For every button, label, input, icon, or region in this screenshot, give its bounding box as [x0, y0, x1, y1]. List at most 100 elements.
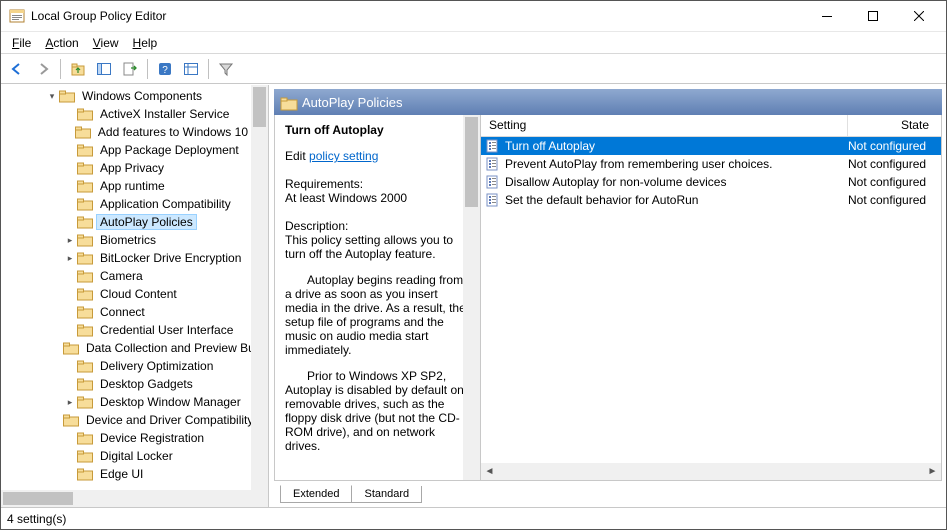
description-body-2: Autoplay begins reading from a drive as …	[285, 273, 470, 357]
menu-help[interactable]: Help	[126, 34, 165, 52]
menu-view[interactable]: View	[86, 34, 126, 52]
tree-item[interactable]: Add features to Windows 10	[1, 123, 251, 141]
setting-state: Not configured	[848, 193, 941, 207]
tree-item-label: Cloud Content	[97, 287, 180, 301]
list-row[interactable]: Turn off AutoplayNot configured	[481, 137, 941, 155]
tree-item[interactable]: Data Collection and Preview Builds	[1, 339, 251, 357]
tree-item[interactable]: ActiveX Installer Service	[1, 105, 251, 123]
setting-state: Not configured	[848, 175, 941, 189]
tree-item-label: ActiveX Installer Service	[97, 107, 232, 121]
tree-item[interactable]: Connect	[1, 303, 251, 321]
chevron-right-icon[interactable]: ▸	[63, 397, 77, 408]
help-button[interactable]: ?	[153, 57, 177, 81]
requirements-label: Requirements:	[285, 177, 470, 191]
edit-policy-link[interactable]: policy setting	[309, 149, 378, 163]
back-button[interactable]	[5, 57, 29, 81]
tree-item[interactable]: Digital Locker	[1, 447, 251, 465]
tree-item[interactable]: ▸Biometrics	[1, 231, 251, 249]
svg-text:?: ?	[162, 65, 168, 76]
folder-icon	[77, 269, 93, 283]
folder-icon	[77, 377, 93, 391]
edit-prefix: Edit	[285, 149, 306, 163]
up-level-button[interactable]	[66, 57, 90, 81]
tree-item-label: Desktop Gadgets	[97, 377, 196, 391]
tree-item[interactable]: App Privacy	[1, 159, 251, 177]
forward-button[interactable]	[31, 57, 55, 81]
tree-item[interactable]: App runtime	[1, 177, 251, 195]
folder-icon	[75, 125, 91, 139]
titlebar: Local Group Policy Editor	[1, 1, 946, 32]
setting-name: Set the default behavior for AutoRun	[505, 193, 848, 207]
chevron-down-icon[interactable]: ▾	[45, 91, 59, 102]
tree-root[interactable]: ▾Windows Components	[1, 87, 251, 105]
tree-item[interactable]: Credential User Interface	[1, 321, 251, 339]
folder-icon	[77, 233, 93, 247]
folder-icon	[280, 95, 296, 109]
tree-item-label: Digital Locker	[97, 449, 176, 463]
policy-setting-icon	[485, 174, 501, 190]
tree-item[interactable]: Desktop Gadgets	[1, 375, 251, 393]
description-scrollbar[interactable]	[463, 115, 480, 480]
scroll-right-icon[interactable]: ►	[924, 466, 941, 477]
tree-item-label: Edge UI	[97, 467, 146, 481]
folder-icon	[77, 161, 93, 175]
tree-vertical-scrollbar[interactable]	[251, 85, 268, 490]
tab-extended[interactable]: Extended	[280, 485, 352, 503]
tree-horizontal-scrollbar[interactable]	[1, 490, 251, 507]
folder-icon	[77, 287, 93, 301]
scroll-left-icon[interactable]: ◄	[481, 466, 498, 477]
folder-icon	[77, 179, 93, 193]
tree-item[interactable]: AutoPlay Policies	[1, 213, 251, 231]
breadcrumb-title: AutoPlay Policies	[302, 95, 402, 110]
minimize-button[interactable]	[804, 1, 850, 31]
tree-item[interactable]: ▸BitLocker Drive Encryption	[1, 249, 251, 267]
tree-item[interactable]: Camera	[1, 267, 251, 285]
maximize-button[interactable]	[850, 1, 896, 31]
setting-name: Prevent AutoPlay from remembering user c…	[505, 157, 848, 171]
list-row[interactable]: Disallow Autoplay for non-volume devices…	[481, 173, 941, 191]
setting-name: Turn off Autoplay	[505, 139, 848, 153]
menu-action[interactable]: Action	[38, 34, 85, 52]
tree-item[interactable]: Application Compatibility	[1, 195, 251, 213]
folder-icon	[77, 305, 93, 319]
tree-item[interactable]: App Package Deployment	[1, 141, 251, 159]
folder-icon	[77, 215, 93, 229]
settings-list: Setting State Turn off AutoplayNot confi…	[481, 115, 942, 481]
folder-icon	[77, 251, 93, 265]
tab-standard[interactable]: Standard	[351, 486, 422, 503]
tree-item[interactable]: Edge UI	[1, 465, 251, 483]
tree-item-label: Delivery Optimization	[97, 359, 216, 373]
folder-icon	[63, 413, 79, 427]
chevron-right-icon[interactable]: ▸	[63, 253, 77, 264]
filter-button[interactable]	[214, 57, 238, 81]
requirements-value: At least Windows 2000	[285, 191, 470, 205]
policy-setting-icon	[485, 192, 501, 208]
tree-item-label: Credential User Interface	[97, 323, 236, 337]
description-pane: Turn off Autoplay Edit policy setting Re…	[274, 115, 481, 481]
status-text: 4 setting(s)	[7, 512, 66, 526]
column-header-setting[interactable]: Setting	[481, 115, 848, 136]
folder-icon	[77, 143, 93, 157]
menu-file[interactable]: File	[5, 34, 38, 52]
tree-item[interactable]: Cloud Content	[1, 285, 251, 303]
properties-button[interactable]	[179, 57, 203, 81]
column-header-state[interactable]: State	[848, 115, 941, 136]
tree-item[interactable]: Delivery Optimization	[1, 357, 251, 375]
tree-item-label: Connect	[97, 305, 148, 319]
list-row[interactable]: Prevent AutoPlay from remembering user c…	[481, 155, 941, 173]
chevron-right-icon[interactable]: ▸	[63, 235, 77, 246]
close-button[interactable]	[896, 1, 942, 31]
app-icon	[9, 8, 25, 24]
export-button[interactable]	[118, 57, 142, 81]
statusbar: 4 setting(s)	[1, 507, 946, 529]
tree-item[interactable]: ▸Desktop Window Manager	[1, 393, 251, 411]
setting-name: Disallow Autoplay for non-volume devices	[505, 175, 848, 189]
folder-icon	[77, 359, 93, 373]
list-row[interactable]: Set the default behavior for AutoRunNot …	[481, 191, 941, 209]
folder-icon	[77, 431, 93, 445]
show-hide-tree-button[interactable]	[92, 57, 116, 81]
tree-item[interactable]: Device Registration	[1, 429, 251, 447]
tree-item-label: Data Collection and Preview Builds	[83, 341, 251, 355]
list-horizontal-scrollbar[interactable]: ◄ ►	[481, 463, 941, 480]
tree-item[interactable]: Device and Driver Compatibility	[1, 411, 251, 429]
